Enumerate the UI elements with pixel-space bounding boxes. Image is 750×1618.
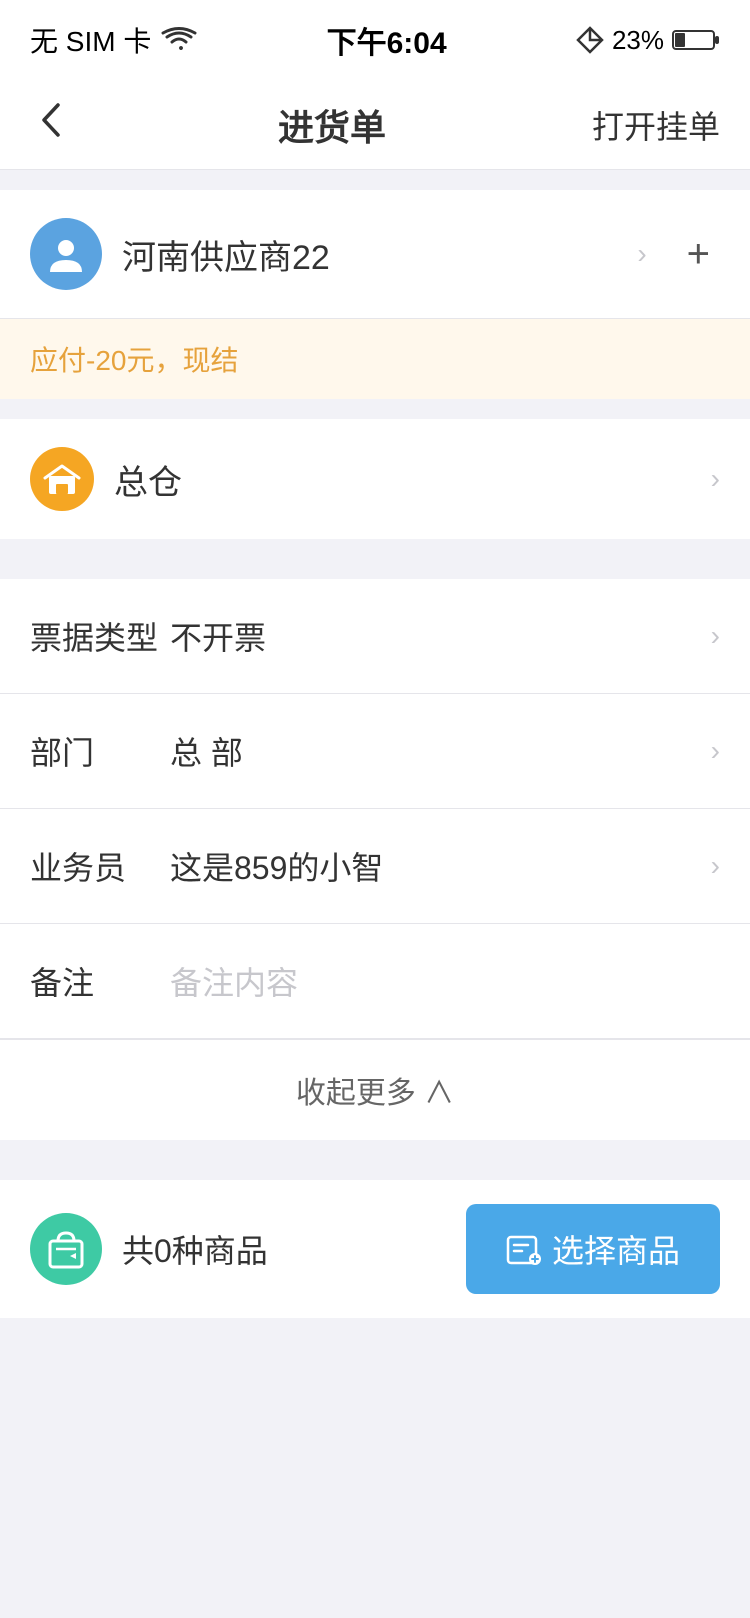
warehouse-row[interactable]: 总仓 › <box>0 419 750 539</box>
warehouse-building-icon <box>43 460 81 498</box>
invoice-type-row[interactable]: 票据类型 不开票 › <box>0 579 750 694</box>
product-count-label: 共0种商品 <box>122 1226 446 1272</box>
page-title: 进货单 <box>278 99 386 151</box>
notice-bar: 应付-20元，现结 <box>0 319 750 399</box>
bottom-bar: 共0种商品 选择商品 <box>0 1180 750 1318</box>
section-gap-4 <box>0 1140 750 1160</box>
department-chevron-icon: › <box>711 735 720 767</box>
back-button[interactable] <box>30 92 72 157</box>
warehouse-chevron-icon: › <box>711 463 720 495</box>
department-value: 总 部 <box>170 728 711 774</box>
battery-icon <box>672 28 720 52</box>
select-product-icon <box>506 1231 542 1267</box>
invoice-type-value: 不开票 <box>170 613 711 659</box>
section-gap-3 <box>0 539 750 559</box>
wifi-icon <box>161 26 197 54</box>
select-product-label: 选择商品 <box>552 1226 680 1272</box>
salesperson-value: 这是859的小智 <box>170 843 711 889</box>
notice-text: 应付-20元，现结 <box>30 345 238 376</box>
section-gap-2 <box>0 399 750 419</box>
section-gap-1 <box>0 170 750 190</box>
supplier-row[interactable]: 河南供应商22 › + <box>0 190 750 319</box>
department-label: 部门 <box>30 728 170 774</box>
add-supplier-icon[interactable]: + <box>677 232 720 277</box>
salesperson-label: 业务员 <box>30 843 170 889</box>
status-left: 无 SIM 卡 <box>30 20 197 60</box>
user-icon <box>44 232 88 276</box>
invoice-type-chevron-icon: › <box>711 620 720 652</box>
shopping-bag-icon <box>44 1227 88 1271</box>
remark-label: 备注 <box>30 958 170 1004</box>
location-icon <box>576 26 604 54</box>
salesperson-chevron-icon: › <box>711 850 720 882</box>
supplier-avatar <box>30 218 102 290</box>
collapse-button[interactable]: 收起更多 ∧ <box>296 1077 454 1110</box>
warehouse-section: 总仓 › <box>0 419 750 539</box>
supplier-chevron-icon: › <box>637 238 646 270</box>
status-time: 下午6:04 <box>327 18 447 62</box>
open-pending-button[interactable]: 打开挂单 <box>592 102 720 148</box>
nav-bar: 进货单 打开挂单 <box>0 80 750 170</box>
form-section: 票据类型 不开票 › 部门 总 部 › 业务员 这是859的小智 › 备注 备注… <box>0 579 750 1140</box>
page-fill <box>0 1318 750 1618</box>
remark-placeholder: 备注内容 <box>170 958 720 1004</box>
battery-label: 23% <box>612 25 664 56</box>
supplier-name: 河南供应商22 <box>122 230 637 279</box>
select-product-button[interactable]: 选择商品 <box>466 1204 720 1294</box>
status-bar: 无 SIM 卡 下午6:04 23% <box>0 0 750 80</box>
salesperson-row[interactable]: 业务员 这是859的小智 › <box>0 809 750 924</box>
warehouse-icon-wrap <box>30 447 94 511</box>
sim-wifi-label: 无 SIM 卡 <box>30 20 151 60</box>
collapse-section: 收起更多 ∧ <box>0 1039 750 1140</box>
remark-row[interactable]: 备注 备注内容 <box>0 924 750 1039</box>
product-icon-wrap <box>30 1213 102 1285</box>
warehouse-name: 总仓 <box>114 455 711 504</box>
invoice-type-label: 票据类型 <box>30 613 170 659</box>
status-right: 23% <box>576 25 720 56</box>
department-row[interactable]: 部门 总 部 › <box>0 694 750 809</box>
supplier-section: 河南供应商22 › + 应付-20元，现结 <box>0 190 750 399</box>
